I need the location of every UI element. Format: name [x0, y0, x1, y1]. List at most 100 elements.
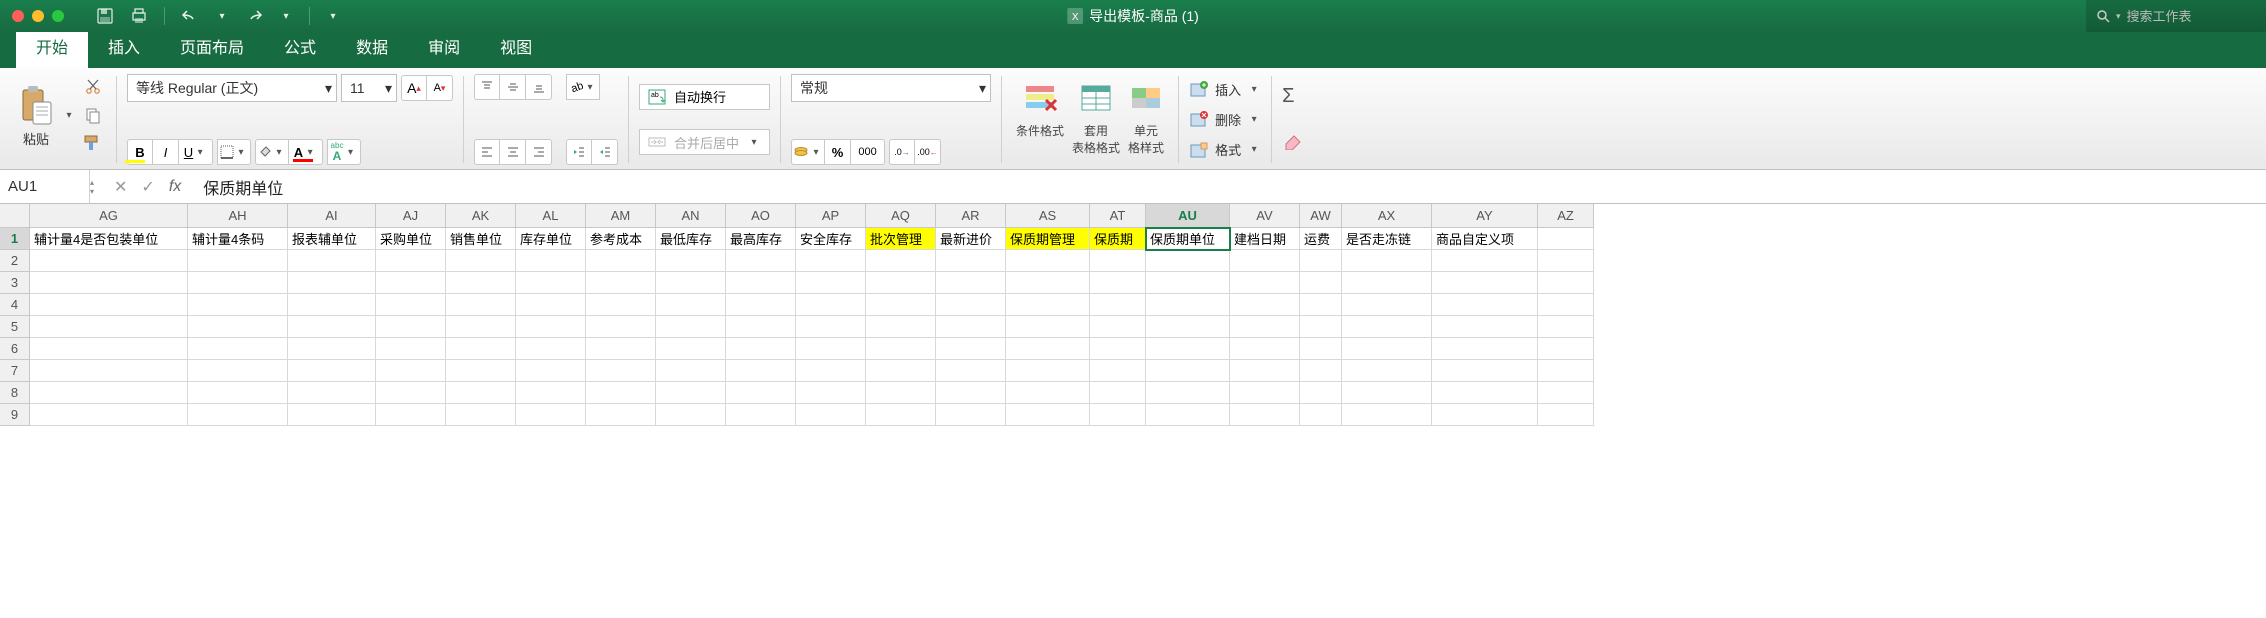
cell-AY8[interactable] — [1432, 382, 1538, 404]
conditional-format-button[interactable]: 条件格式 — [1012, 74, 1068, 141]
cell-AI9[interactable] — [288, 404, 376, 426]
cell-AV6[interactable] — [1230, 338, 1300, 360]
currency-button[interactable]: ▾ — [791, 139, 825, 165]
cell-AL7[interactable] — [516, 360, 586, 382]
cell-AZ4[interactable] — [1538, 294, 1594, 316]
cell-AQ7[interactable] — [866, 360, 936, 382]
align-left-button[interactable] — [474, 139, 500, 165]
column-header-AI[interactable]: AI — [288, 204, 376, 228]
row-header-2[interactable]: 2 — [0, 250, 30, 272]
increase-decimal-button[interactable]: .0→ — [889, 139, 915, 165]
column-header-AG[interactable]: AG — [30, 204, 188, 228]
cell-AG6[interactable] — [30, 338, 188, 360]
cell-AP6[interactable] — [796, 338, 866, 360]
orientation-button[interactable]: ab ▾ — [566, 74, 600, 100]
cell-AS4[interactable] — [1006, 294, 1090, 316]
column-header-AH[interactable]: AH — [188, 204, 288, 228]
cell-AK1[interactable]: 销售单位 — [446, 228, 516, 250]
cell-AV1[interactable]: 建档日期 — [1230, 228, 1300, 250]
cell-AG1[interactable]: 辅计量4是否包装单位 — [30, 228, 188, 250]
cell-AT3[interactable] — [1090, 272, 1146, 294]
cell-AT1[interactable]: 保质期 — [1090, 228, 1146, 250]
cell-AN5[interactable] — [656, 316, 726, 338]
cell-AV2[interactable] — [1230, 250, 1300, 272]
cell-AY9[interactable] — [1432, 404, 1538, 426]
cell-AW9[interactable] — [1300, 404, 1342, 426]
row-header-8[interactable]: 8 — [0, 382, 30, 404]
font-name-combo[interactable]: 等线 Regular (正文) ▾ — [127, 74, 337, 102]
cell-AS3[interactable] — [1006, 272, 1090, 294]
cell-AO5[interactable] — [726, 316, 796, 338]
cell-AO7[interactable] — [726, 360, 796, 382]
cell-AK4[interactable] — [446, 294, 516, 316]
cell-AM7[interactable] — [586, 360, 656, 382]
cell-AG7[interactable] — [30, 360, 188, 382]
cell-AT4[interactable] — [1090, 294, 1146, 316]
cell-AH8[interactable] — [188, 382, 288, 404]
cell-AS7[interactable] — [1006, 360, 1090, 382]
cell-AR1[interactable]: 最新进价 — [936, 228, 1006, 250]
copy-button[interactable] — [80, 102, 106, 128]
print-icon[interactable] — [130, 7, 148, 25]
column-header-AR[interactable]: AR — [936, 204, 1006, 228]
name-box-dropdown[interactable]: ▴▾ — [90, 178, 100, 196]
undo-icon[interactable] — [181, 7, 199, 25]
redo-dropdown[interactable]: ▾ — [279, 7, 293, 25]
cell-AR7[interactable] — [936, 360, 1006, 382]
cell-AZ8[interactable] — [1538, 382, 1594, 404]
search-dropdown-icon[interactable]: ▾ — [2116, 11, 2121, 22]
cell-AT8[interactable] — [1090, 382, 1146, 404]
cell-AU3[interactable] — [1146, 272, 1230, 294]
column-header-AX[interactable]: AX — [1342, 204, 1432, 228]
cell-AU7[interactable] — [1146, 360, 1230, 382]
font-color-button[interactable]: A▾ — [289, 139, 323, 165]
cell-AG8[interactable] — [30, 382, 188, 404]
cell-AG9[interactable] — [30, 404, 188, 426]
row-header-7[interactable]: 7 — [0, 360, 30, 382]
cell-AN8[interactable] — [656, 382, 726, 404]
cell-AY7[interactable] — [1432, 360, 1538, 382]
number-format-combo[interactable]: 常规 ▾ — [791, 74, 991, 102]
font-size-combo[interactable]: 11 ▾ — [341, 74, 397, 102]
cell-AL4[interactable] — [516, 294, 586, 316]
cell-AI1[interactable]: 报表辅单位 — [288, 228, 376, 250]
column-header-AM[interactable]: AM — [586, 204, 656, 228]
cell-AH9[interactable] — [188, 404, 288, 426]
cell-AP4[interactable] — [796, 294, 866, 316]
cell-AQ8[interactable] — [866, 382, 936, 404]
cell-AV8[interactable] — [1230, 382, 1300, 404]
column-header-AN[interactable]: AN — [656, 204, 726, 228]
cell-AW2[interactable] — [1300, 250, 1342, 272]
cell-AJ1[interactable]: 采购单位 — [376, 228, 446, 250]
cell-AH7[interactable] — [188, 360, 288, 382]
tab-插入[interactable]: 插入 — [88, 26, 160, 68]
cell-AY1[interactable]: 商品自定义项 — [1432, 228, 1538, 250]
percent-button[interactable]: % — [825, 139, 851, 165]
border-button[interactable]: ▾ — [217, 139, 251, 165]
cell-AY3[interactable] — [1432, 272, 1538, 294]
decrease-font-button[interactable]: A▾ — [427, 75, 453, 101]
align-center-button[interactable] — [500, 139, 526, 165]
tab-公式[interactable]: 公式 — [264, 26, 336, 68]
cell-AK6[interactable] — [446, 338, 516, 360]
cell-AS8[interactable] — [1006, 382, 1090, 404]
cell-AM5[interactable] — [586, 316, 656, 338]
cell-AT6[interactable] — [1090, 338, 1146, 360]
cell-AU6[interactable] — [1146, 338, 1230, 360]
table-style-button[interactable]: 套用 表格格式 — [1068, 74, 1124, 158]
cell-AK9[interactable] — [446, 404, 516, 426]
cell-AU4[interactable] — [1146, 294, 1230, 316]
cell-AI4[interactable] — [288, 294, 376, 316]
cell-AP2[interactable] — [796, 250, 866, 272]
cell-AZ3[interactable] — [1538, 272, 1594, 294]
cell-AZ2[interactable] — [1538, 250, 1594, 272]
cell-AR9[interactable] — [936, 404, 1006, 426]
cell-AU9[interactable] — [1146, 404, 1230, 426]
column-header-AY[interactable]: AY — [1432, 204, 1538, 228]
cell-AP8[interactable] — [796, 382, 866, 404]
paste-dropdown[interactable]: ▾ — [62, 110, 76, 121]
qat-customize-dropdown[interactable]: ▾ — [326, 7, 340, 25]
cell-AS1[interactable]: 保质期管理 — [1006, 228, 1090, 250]
tab-数据[interactable]: 数据 — [336, 26, 408, 68]
column-header-AJ[interactable]: AJ — [376, 204, 446, 228]
